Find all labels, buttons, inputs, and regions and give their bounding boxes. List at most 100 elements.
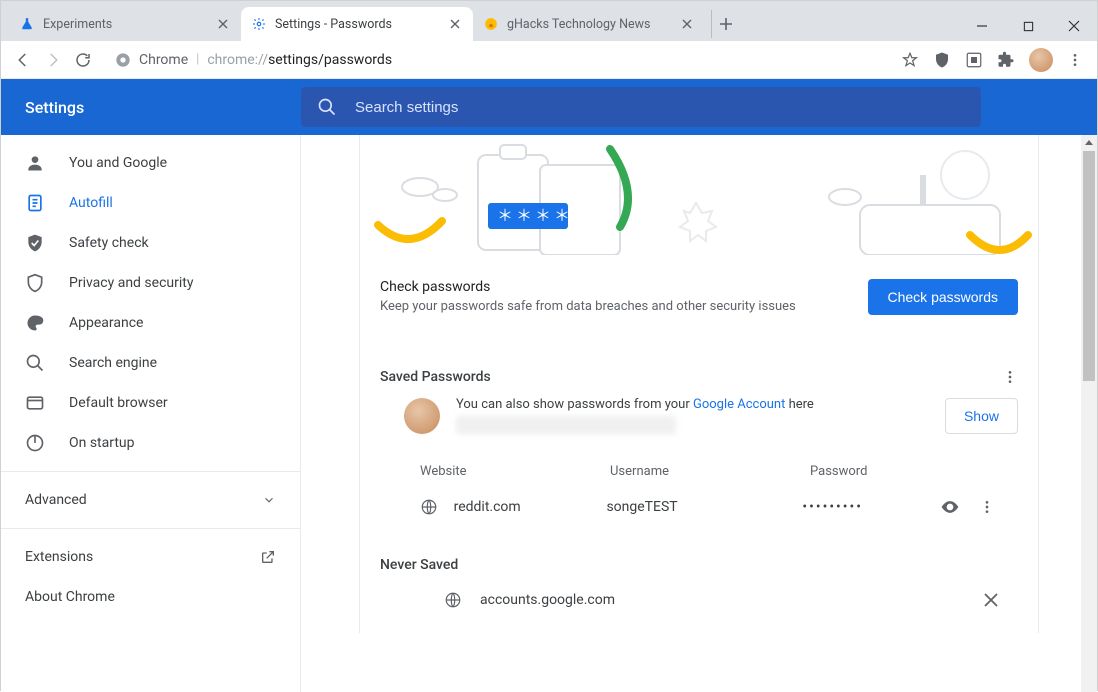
sidebar-item-label: Autofill	[69, 195, 113, 211]
sidebar-item-autofill[interactable]: Autofill	[1, 183, 300, 223]
google-account-link[interactable]: Google Account	[693, 397, 785, 412]
settings-header: Settings	[1, 79, 1097, 135]
star-icon[interactable]	[901, 51, 919, 69]
show-account-passwords-button[interactable]: Show	[945, 398, 1018, 434]
tab-label: gHacks Technology News	[507, 17, 671, 32]
sidebar-extensions-label: Extensions	[25, 549, 93, 565]
minimize-button[interactable]	[959, 11, 1005, 41]
new-tab-button[interactable]	[711, 10, 739, 38]
close-button[interactable]	[1051, 11, 1097, 41]
remove-icon[interactable]	[984, 593, 998, 607]
settings-main: ＊＊＊＊| Check passwords Keep your password…	[301, 135, 1097, 692]
palette-icon	[25, 313, 45, 333]
reload-button[interactable]	[69, 46, 97, 74]
extension-icon-1[interactable]	[965, 51, 983, 69]
sidebar-item-label: Appearance	[69, 315, 143, 331]
sidebar-item-on-startup[interactable]: On startup	[1, 423, 300, 463]
sidebar-item-label: Privacy and security	[69, 275, 193, 291]
page-title: Settings	[1, 98, 301, 117]
password-row[interactable]: reddit.com songeTEST •••••••••	[380, 487, 1018, 527]
saved-passwords-header: Saved Passwords	[380, 369, 491, 385]
tab-experiments[interactable]: Experiments	[9, 7, 241, 41]
saved-passwords-section: Saved Passwords You can also show passwo…	[359, 339, 1039, 633]
forward-button[interactable]	[39, 46, 67, 74]
external-link-icon	[260, 549, 276, 565]
show-password-icon[interactable]	[940, 497, 979, 517]
divider: |	[196, 52, 199, 67]
power-icon	[25, 433, 45, 453]
shield-icon[interactable]	[933, 51, 951, 69]
vertical-scrollbar[interactable]	[1081, 135, 1097, 692]
password-masked: •••••••••	[802, 499, 939, 515]
account-avatar	[404, 398, 440, 434]
sidebar-item-appearance[interactable]: Appearance	[1, 303, 300, 343]
close-icon[interactable]	[215, 16, 231, 32]
more-icon[interactable]	[1002, 369, 1018, 385]
browser-toolbar: Chrome | chrome://settings/passwords	[1, 41, 1097, 79]
check-passwords-button[interactable]: Check passwords	[868, 279, 1019, 315]
passwords-banner: ＊＊＊＊|	[359, 135, 1039, 255]
omnibox-url: chrome://settings/passwords	[207, 52, 392, 68]
tab-ghacks[interactable]: gHacks Technology News	[473, 7, 705, 41]
account-email-blurred	[456, 416, 676, 434]
password-site: reddit.com	[454, 499, 607, 515]
search-input[interactable]	[355, 99, 965, 116]
chrome-icon	[115, 52, 131, 68]
never-saved-row[interactable]: accounts.google.com	[380, 577, 1018, 609]
settings-sidebar: You and Google Autofill Safety check Pri…	[1, 135, 301, 692]
check-passwords-title: Check passwords	[380, 279, 796, 295]
sidebar-advanced-label: Advanced	[25, 492, 87, 508]
sidebar-item-label: Safety check	[69, 235, 149, 251]
password-username: songeTEST	[606, 499, 802, 515]
sidebar-item-label: Default browser	[69, 395, 168, 411]
sidebar-item-safety-check[interactable]: Safety check	[1, 223, 300, 263]
omnibox-prefix: Chrome	[139, 52, 188, 68]
window-titlebar: Experiments Settings - Passwords gHacks …	[1, 1, 1097, 41]
search-icon	[25, 353, 45, 373]
gear-icon	[251, 16, 267, 32]
window-icon	[25, 393, 45, 413]
sidebar-item-label: Search engine	[69, 355, 157, 371]
flask-icon	[19, 16, 35, 32]
check-passwords-section: Check passwords Keep your passwords safe…	[359, 255, 1039, 339]
sidebar-item-privacy[interactable]: Privacy and security	[1, 263, 300, 303]
back-button[interactable]	[9, 46, 37, 74]
never-saved-site: accounts.google.com	[480, 592, 615, 608]
sidebar-item-you-and-google[interactable]: You and Google	[1, 143, 300, 183]
sidebar-item-search-engine[interactable]: Search engine	[1, 343, 300, 383]
never-saved-header: Never Saved	[380, 527, 1018, 577]
column-website: Website	[420, 464, 610, 479]
sidebar-item-default-browser[interactable]: Default browser	[1, 383, 300, 423]
menu-icon[interactable]	[1067, 52, 1083, 68]
check-passwords-subtitle: Keep your passwords safe from data breac…	[380, 299, 796, 314]
person-icon	[25, 153, 45, 173]
maximize-button[interactable]	[1005, 11, 1051, 41]
more-icon[interactable]	[979, 499, 1018, 515]
tab-label: Experiments	[43, 17, 207, 32]
password-columns: Website Username Password	[380, 434, 1018, 487]
sidebar-advanced[interactable]: Advanced	[1, 480, 300, 520]
shield-icon	[25, 273, 45, 293]
scroll-up-arrow[interactable]	[1081, 135, 1097, 151]
tab-settings-passwords[interactable]: Settings - Passwords	[241, 7, 473, 41]
settings-search[interactable]	[301, 87, 981, 127]
close-icon[interactable]	[447, 16, 463, 32]
close-icon[interactable]	[679, 16, 695, 32]
tab-label: Settings - Passwords	[275, 17, 439, 32]
sidebar-about-chrome[interactable]: About Chrome	[1, 577, 300, 617]
globe-icon	[420, 498, 440, 516]
profile-avatar[interactable]	[1029, 48, 1053, 72]
google-account-row: You can also show passwords from your Go…	[380, 397, 1018, 434]
sidebar-extensions[interactable]: Extensions	[1, 537, 300, 577]
window-controls	[959, 11, 1097, 41]
sidebar-about-label: About Chrome	[25, 589, 115, 605]
column-username: Username	[610, 464, 810, 479]
extensions-icon[interactable]	[997, 51, 1015, 69]
scrollbar-thumb[interactable]	[1083, 151, 1095, 381]
account-passwords-text: You can also show passwords from your Go…	[456, 397, 814, 412]
search-icon	[317, 97, 337, 117]
svg-text:＊＊＊＊|: ＊＊＊＊|	[497, 208, 580, 225]
autofill-icon	[25, 193, 45, 213]
tab-strip: Experiments Settings - Passwords gHacks …	[1, 1, 959, 41]
address-bar[interactable]: Chrome | chrome://settings/passwords	[105, 45, 893, 75]
